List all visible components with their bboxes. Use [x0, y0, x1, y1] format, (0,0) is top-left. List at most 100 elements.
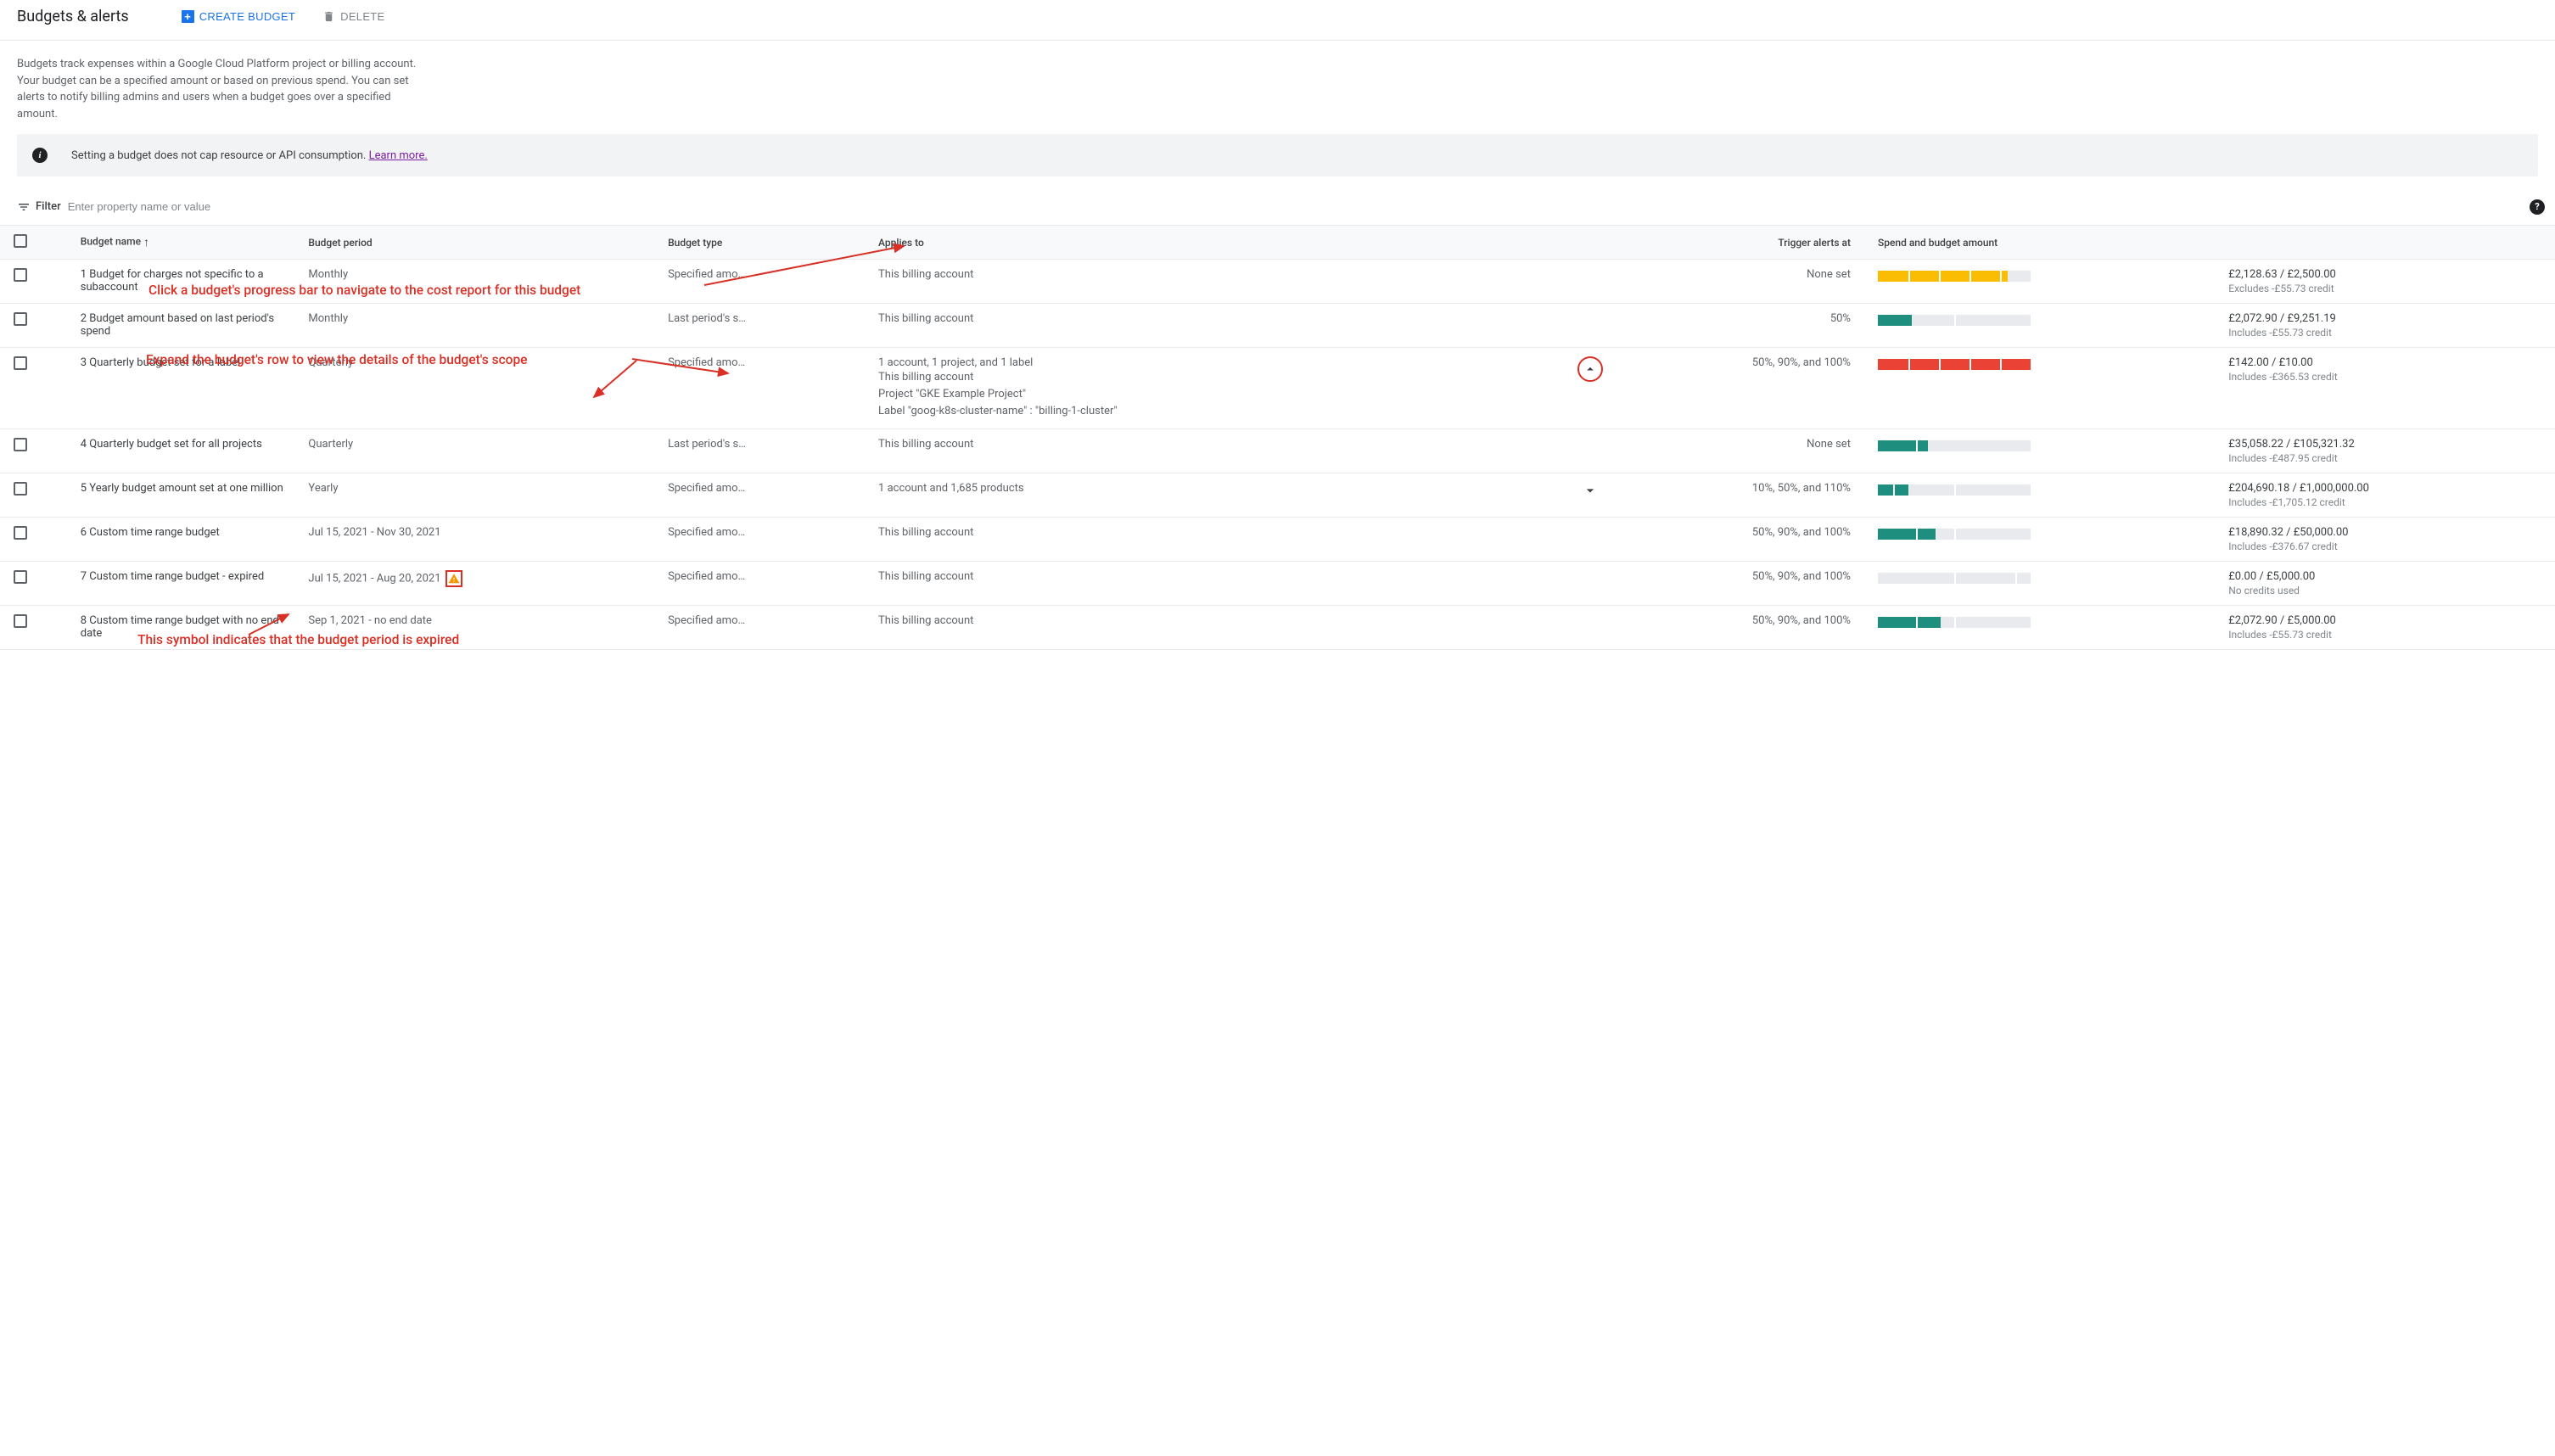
- row-checkbox[interactable]: [14, 482, 27, 496]
- budget-period-cell: Jul 15, 2021 - Aug 20, 2021: [301, 562, 661, 606]
- progress-bar[interactable]: [1878, 484, 2031, 496]
- trigger-alerts-cell: 10%, 50%, and 110%: [1643, 473, 1871, 518]
- filter-bar: Filter ?: [0, 188, 2555, 225]
- budget-name-cell[interactable]: 4 Quarterly budget set for all projects: [74, 429, 302, 473]
- trigger-alerts-cell: 50%, 90%, and 100%: [1643, 606, 1871, 650]
- create-budget-button[interactable]: + CREATE BUDGET: [180, 7, 297, 26]
- table-row[interactable]: 7 Custom time range budget - expiredJul …: [0, 562, 2555, 606]
- spend-progress-cell: [1871, 518, 2222, 562]
- applies-to-cell: 1 account and 1,685 products: [871, 473, 1538, 518]
- trigger-alerts-cell: 50%, 90%, and 100%: [1643, 562, 1871, 606]
- warning-icon: [445, 570, 462, 587]
- filter-input[interactable]: [68, 195, 390, 218]
- chevron-up-icon[interactable]: [1577, 356, 1603, 382]
- budget-period-cell: Jul 15, 2021 - Nov 30, 2021: [301, 518, 661, 562]
- budget-period-cell: Monthly: [301, 260, 661, 304]
- expand-cell: [1538, 348, 1643, 429]
- budget-name-cell[interactable]: 8 Custom time range budget with no end d…: [74, 606, 302, 650]
- header-actions: + CREATE BUDGET DELETE: [180, 7, 387, 26]
- budget-period-cell: Quarterly: [301, 429, 661, 473]
- budget-name-cell[interactable]: 5 Yearly budget amount set at one millio…: [74, 473, 302, 518]
- applies-to-cell: This billing account: [871, 304, 1538, 348]
- select-all-checkbox[interactable]: [14, 234, 27, 248]
- budget-name-cell[interactable]: 1 Budget for charges not specific to a s…: [74, 260, 302, 304]
- table-row[interactable]: 4 Quarterly budget set for all projectsQ…: [0, 429, 2555, 473]
- header-bar: Budgets & alerts + CREATE BUDGET DELETE: [0, 0, 2555, 41]
- row-checkbox[interactable]: [14, 614, 27, 628]
- budget-period-cell: Sep 1, 2021 - no end date: [301, 606, 661, 650]
- progress-bar[interactable]: [1878, 315, 2031, 326]
- spend-amount-cell: £2,072.90 / £9,251.19Includes -£55.73 cr…: [2222, 304, 2555, 348]
- trigger-alerts-cell: None set: [1643, 260, 1871, 304]
- spend-amount-cell: £2,128.63 / £2,500.00Excludes -£55.73 cr…: [2222, 260, 2555, 304]
- learn-more-link[interactable]: Learn more.: [369, 149, 428, 162]
- applies-to-cell: This billing account: [871, 562, 1538, 606]
- budget-type-cell: Specified amo…: [661, 260, 871, 304]
- budget-period-cell: Yearly: [301, 473, 661, 518]
- spend-amount-cell: £2,072.90 / £5,000.00Includes -£55.73 cr…: [2222, 606, 2555, 650]
- budget-type-cell: Last period's s…: [661, 304, 871, 348]
- col-applies-header[interactable]: Applies to: [871, 226, 1643, 260]
- applies-to-cell: This billing account: [871, 606, 1538, 650]
- spend-progress-cell: [1871, 260, 2222, 304]
- budget-name-cell[interactable]: 6 Custom time range budget: [74, 518, 302, 562]
- progress-bar[interactable]: [1878, 271, 2031, 282]
- trigger-alerts-cell: 50%, 90%, and 100%: [1643, 518, 1871, 562]
- table-row[interactable]: 6 Custom time range budgetJul 15, 2021 -…: [0, 518, 2555, 562]
- table-row[interactable]: 1 Budget for charges not specific to a s…: [0, 260, 2555, 304]
- chevron-down-icon[interactable]: [1582, 483, 1599, 503]
- budget-name-cell[interactable]: 7 Custom time range budget - expired: [74, 562, 302, 606]
- progress-bar[interactable]: [1878, 529, 2031, 540]
- trash-icon: [322, 10, 335, 23]
- spend-progress-cell: [1871, 304, 2222, 348]
- budget-name-cell[interactable]: 3 Quarterly budget set for a label: [74, 348, 302, 429]
- delete-button[interactable]: DELETE: [321, 7, 386, 26]
- budget-type-cell: Specified amo…: [661, 348, 871, 429]
- info-icon: i: [32, 148, 48, 163]
- help-icon[interactable]: ?: [2530, 199, 2545, 215]
- plus-icon: +: [182, 10, 194, 23]
- table-row[interactable]: 2 Budget amount based on last period's s…: [0, 304, 2555, 348]
- spend-amount-cell: £204,690.18 / £1,000,000.00Includes -£1,…: [2222, 473, 2555, 518]
- sort-arrow-icon: ↑: [143, 236, 149, 249]
- row-checkbox[interactable]: [14, 570, 27, 584]
- row-checkbox[interactable]: [14, 268, 27, 282]
- row-checkbox[interactable]: [14, 356, 27, 370]
- col-alerts-header[interactable]: Trigger alerts at: [1643, 226, 1871, 260]
- progress-bar[interactable]: [1878, 359, 2031, 370]
- expand-cell: [1538, 606, 1643, 650]
- col-spend-header[interactable]: Spend and budget amount: [1871, 226, 2555, 260]
- expand-cell: [1538, 518, 1643, 562]
- spend-amount-cell: £142.00 / £10.00Includes -£365.53 credit: [2222, 348, 2555, 429]
- row-checkbox[interactable]: [14, 312, 27, 326]
- col-name-header[interactable]: Budget name ↑: [74, 226, 302, 260]
- trigger-alerts-cell: 50%, 90%, and 100%: [1643, 348, 1871, 429]
- col-type-header[interactable]: Budget type: [661, 226, 871, 260]
- col-period-header[interactable]: Budget period: [301, 226, 661, 260]
- intro-text: Budgets track expenses within a Google C…: [0, 41, 441, 134]
- progress-bar[interactable]: [1878, 440, 2031, 451]
- table-row[interactable]: 8 Custom time range budget with no end d…: [0, 606, 2555, 650]
- budget-type-cell: Specified amo…: [661, 518, 871, 562]
- progress-bar[interactable]: [1878, 573, 2031, 584]
- expand-cell: [1538, 260, 1643, 304]
- applies-to-cell: This billing account: [871, 518, 1538, 562]
- info-banner: i Setting a budget does not cap resource…: [17, 134, 2538, 176]
- expand-cell: [1538, 429, 1643, 473]
- applies-to-cell: This billing account: [871, 429, 1538, 473]
- spend-progress-cell: [1871, 473, 2222, 518]
- budget-type-cell: Specified amo…: [661, 473, 871, 518]
- expand-cell: [1538, 304, 1643, 348]
- table-row[interactable]: 3 Quarterly budget set for a labelQuarte…: [0, 348, 2555, 429]
- budget-period-cell: Monthly: [301, 304, 661, 348]
- progress-bar[interactable]: [1878, 617, 2031, 628]
- row-checkbox[interactable]: [14, 438, 27, 451]
- filter-label: Filter: [36, 200, 61, 213]
- create-budget-label: CREATE BUDGET: [199, 10, 295, 23]
- budget-type-cell: Last period's s…: [661, 429, 871, 473]
- budget-name-cell[interactable]: 2 Budget amount based on last period's s…: [74, 304, 302, 348]
- spend-progress-cell: [1871, 562, 2222, 606]
- info-message: Setting a budget does not cap resource o…: [71, 149, 428, 162]
- table-row[interactable]: 5 Yearly budget amount set at one millio…: [0, 473, 2555, 518]
- row-checkbox[interactable]: [14, 526, 27, 540]
